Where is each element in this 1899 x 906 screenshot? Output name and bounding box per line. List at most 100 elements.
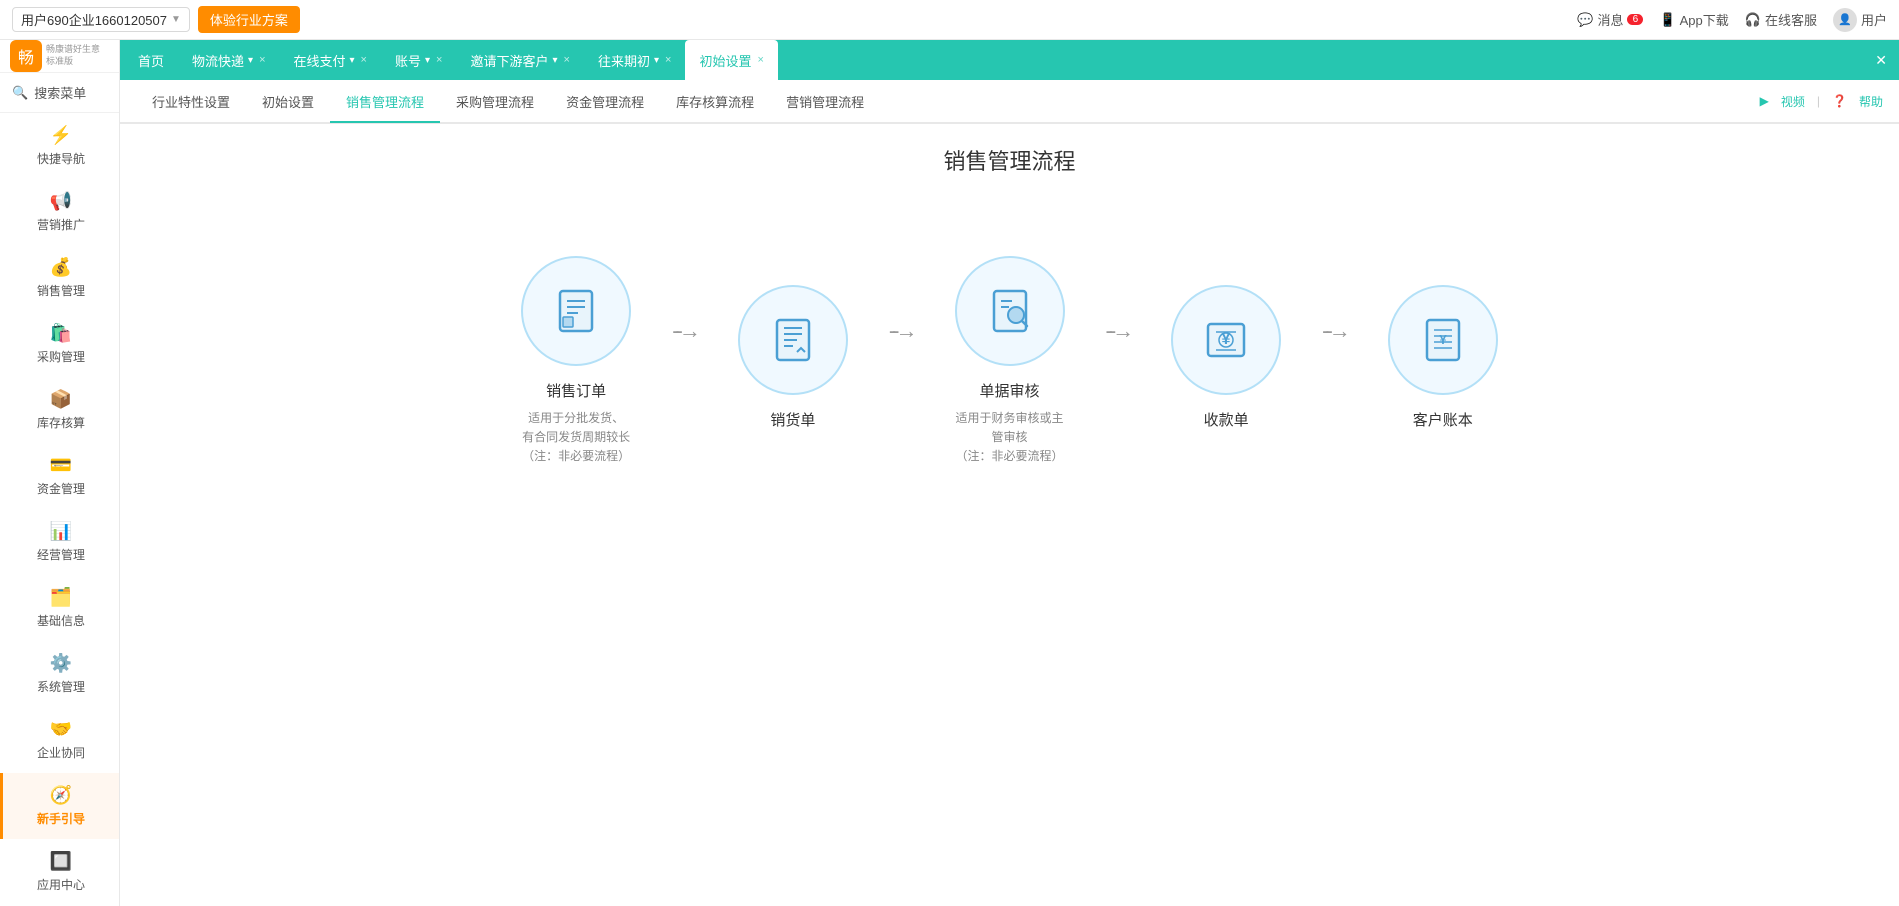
sidebar: 畅 畅康谱好生意 标准版 🔍 搜索菜单 ⚡ 快捷导航 📢 营销推广 💰 销售管理… [0,40,120,906]
sub-tabs: 行业特性设置 初始设置 销售管理流程 采购管理流程 资金管理流程 库存核算流程 … [120,80,1899,124]
flow-arrow-2: --→ [883,318,920,344]
jingying-icon: 📊 [50,521,72,542]
sub-tab-marketing-flow[interactable]: 营销管理流程 [770,81,880,123]
sidebar-logo: 畅 畅康谱好生意 标准版 [0,40,119,73]
sidebar-item-xiaoshou[interactable]: 💰 销售管理 [0,245,119,311]
receipt-circle[interactable]: ¥ [1171,285,1281,395]
experience-button[interactable]: 体验行业方案 [198,6,300,33]
message-item[interactable]: 💬 消息 6 [1577,10,1643,29]
sidebar-search[interactable]: 🔍 搜索菜单 [0,73,119,113]
tab-logistics[interactable]: 物流快递 ▾ × [178,40,279,80]
nav-close-button[interactable]: ✕ [1867,52,1895,69]
service-icon: 🎧 [1745,12,1761,28]
sidebar-item-label: 新手引导 [37,810,85,827]
ledger-circle[interactable]: ¥ [1388,285,1498,395]
video-label[interactable]: 视频 [1781,93,1805,110]
flow-arrow-3: --→ [1100,318,1137,344]
sub-tab-finance-flow[interactable]: 资金管理流程 [550,81,660,123]
chevron-icon: ▾ [654,55,659,66]
tab-home[interactable]: 首页 [124,40,178,80]
xinshou-icon: 🧭 [50,785,72,806]
sales-order-label: 销售订单 [546,380,606,401]
download-icon: 📱 [1659,12,1675,28]
qiye-icon: 🤝 [50,719,72,740]
online-service-label: 在线客服 [1765,10,1817,29]
flow-item-audit: 单据审核 适用于财务审核或主管审核（注：非必要流程） [920,256,1100,467]
chevron-icon: ▾ [350,55,355,66]
tab-close-icon[interactable]: × [757,54,763,66]
tab-invite-label: 邀请下游客户 [470,51,548,70]
app-download-item[interactable]: 📱 App下载 [1659,10,1728,29]
tab-period[interactable]: 往来期初 ▾ × [584,40,685,80]
sub-tab-init-label: 初始设置 [262,92,314,111]
sub-tab-inventory-label: 库存核算流程 [676,92,754,111]
kuaijie-icon: ⚡ [50,125,72,146]
help-label[interactable]: 帮助 [1859,93,1883,110]
flow-item-invoice: 销货单 [703,285,883,438]
sidebar-item-yingxiao[interactable]: 📢 营销推广 [0,179,119,245]
page-title: 销售管理流程 [140,144,1879,176]
tab-init[interactable]: 初始设置 × [685,40,777,80]
tab-close-icon[interactable]: × [436,54,442,66]
sidebar-item-kuaijie[interactable]: ⚡ 快捷导航 [0,113,119,179]
audit-circle[interactable] [955,256,1065,366]
sub-tab-industry-label: 行业特性设置 [152,92,230,111]
message-icon: 💬 [1577,12,1593,28]
sub-tab-inventory-flow[interactable]: 库存核算流程 [660,81,770,123]
search-icon: 🔍 [12,85,28,101]
sidebar-item-xinshou[interactable]: 🧭 新手引导 [0,773,119,839]
tab-close-icon[interactable]: × [665,54,671,66]
sidebar-item-jichu[interactable]: 🗂️ 基础信息 [0,575,119,641]
sidebar-item-kucun[interactable]: 📦 库存核算 [0,377,119,443]
sub-tab-init-set[interactable]: 初始设置 [246,81,330,123]
zijin-icon: 💳 [50,455,72,476]
message-label: 消息 [1597,10,1623,29]
logo-text: 畅康谱好生意 标准版 [46,44,100,67]
tab-account[interactable]: 账号 ▾ × [381,40,456,80]
user-select[interactable]: 用户690企业1660120507 ▼ [12,7,190,32]
sidebar-item-yingyong[interactable]: 🔲 应用中心 [0,839,119,905]
sub-tab-industry[interactable]: 行业特性设置 [136,81,246,123]
tab-close-icon[interactable]: × [259,54,265,66]
message-badge: 6 [1627,14,1643,25]
tab-logistics-label: 物流快递 [192,51,244,70]
invoice-circle[interactable] [738,285,848,395]
page-content: 销售管理流程 销售订单 适用于分批发货、有合同 [120,124,1899,906]
sub-tab-finance-label: 资金管理流程 [566,92,644,111]
tab-period-label: 往来期初 [598,51,650,70]
avatar: 👤 [1833,8,1857,32]
app-download-label: App下载 [1680,10,1729,29]
sub-tab-purchase-flow[interactable]: 采购管理流程 [440,81,550,123]
tab-close-icon[interactable]: × [564,54,570,66]
flow-item-receipt: ¥ 收款单 [1136,285,1316,438]
sidebar-item-label: 系统管理 [37,678,85,695]
sidebar-item-jingying[interactable]: 📊 经营管理 [0,509,119,575]
sidebar-item-zijin[interactable]: 💳 资金管理 [0,443,119,509]
sidebar-item-xitong[interactable]: ⚙️ 系统管理 [0,641,119,707]
yingxiao-icon: 📢 [50,191,72,212]
sub-tab-sales-label: 销售管理流程 [346,92,424,111]
flow-item-sales-order: 销售订单 适用于分批发货、有合同发货周期较长（注：非必要流程） [486,256,666,467]
online-service-item[interactable]: 🎧 在线客服 [1745,10,1817,29]
tab-invite[interactable]: 邀请下游客户 ▾ × [456,40,583,80]
sub-tab-purchase-label: 采购管理流程 [456,92,534,111]
content-area: 首页 物流快递 ▾ × 在线支付 ▾ × 账号 ▾ × 邀请下游客户 ▾ × [120,40,1899,906]
audit-desc: 适用于财务审核或主管审核（注：非必要流程） [955,409,1063,467]
sub-tab-sales-flow[interactable]: 销售管理流程 [330,81,440,123]
sidebar-item-label: 采购管理 [37,348,85,365]
sidebar-item-label: 快捷导航 [37,150,85,167]
tab-payment-label: 在线支付 [294,51,346,70]
sidebar-item-qiye[interactable]: 🤝 企业协同 [0,707,119,773]
tab-payment[interactable]: 在线支付 ▾ × [280,40,381,80]
flow-arrow-4: --→ [1316,318,1353,344]
caigou-icon: 🛍️ [50,323,72,344]
user-avatar-item[interactable]: 👤 用户 [1833,8,1887,32]
nav-tabs: 首页 物流快递 ▾ × 在线支付 ▾ × 账号 ▾ × 邀请下游客户 ▾ × [120,40,1899,80]
flow-diagram: 销售订单 适用于分批发货、有合同发货周期较长（注：非必要流程） --→ [140,236,1879,487]
sidebar-item-caigou[interactable]: 🛍️ 采购管理 [0,311,119,377]
search-label: 搜索菜单 [34,83,86,102]
tab-close-icon[interactable]: × [361,54,367,66]
kucun-icon: 📦 [50,389,72,410]
xitong-icon: ⚙️ [50,653,72,674]
sales-order-circle[interactable] [521,256,631,366]
